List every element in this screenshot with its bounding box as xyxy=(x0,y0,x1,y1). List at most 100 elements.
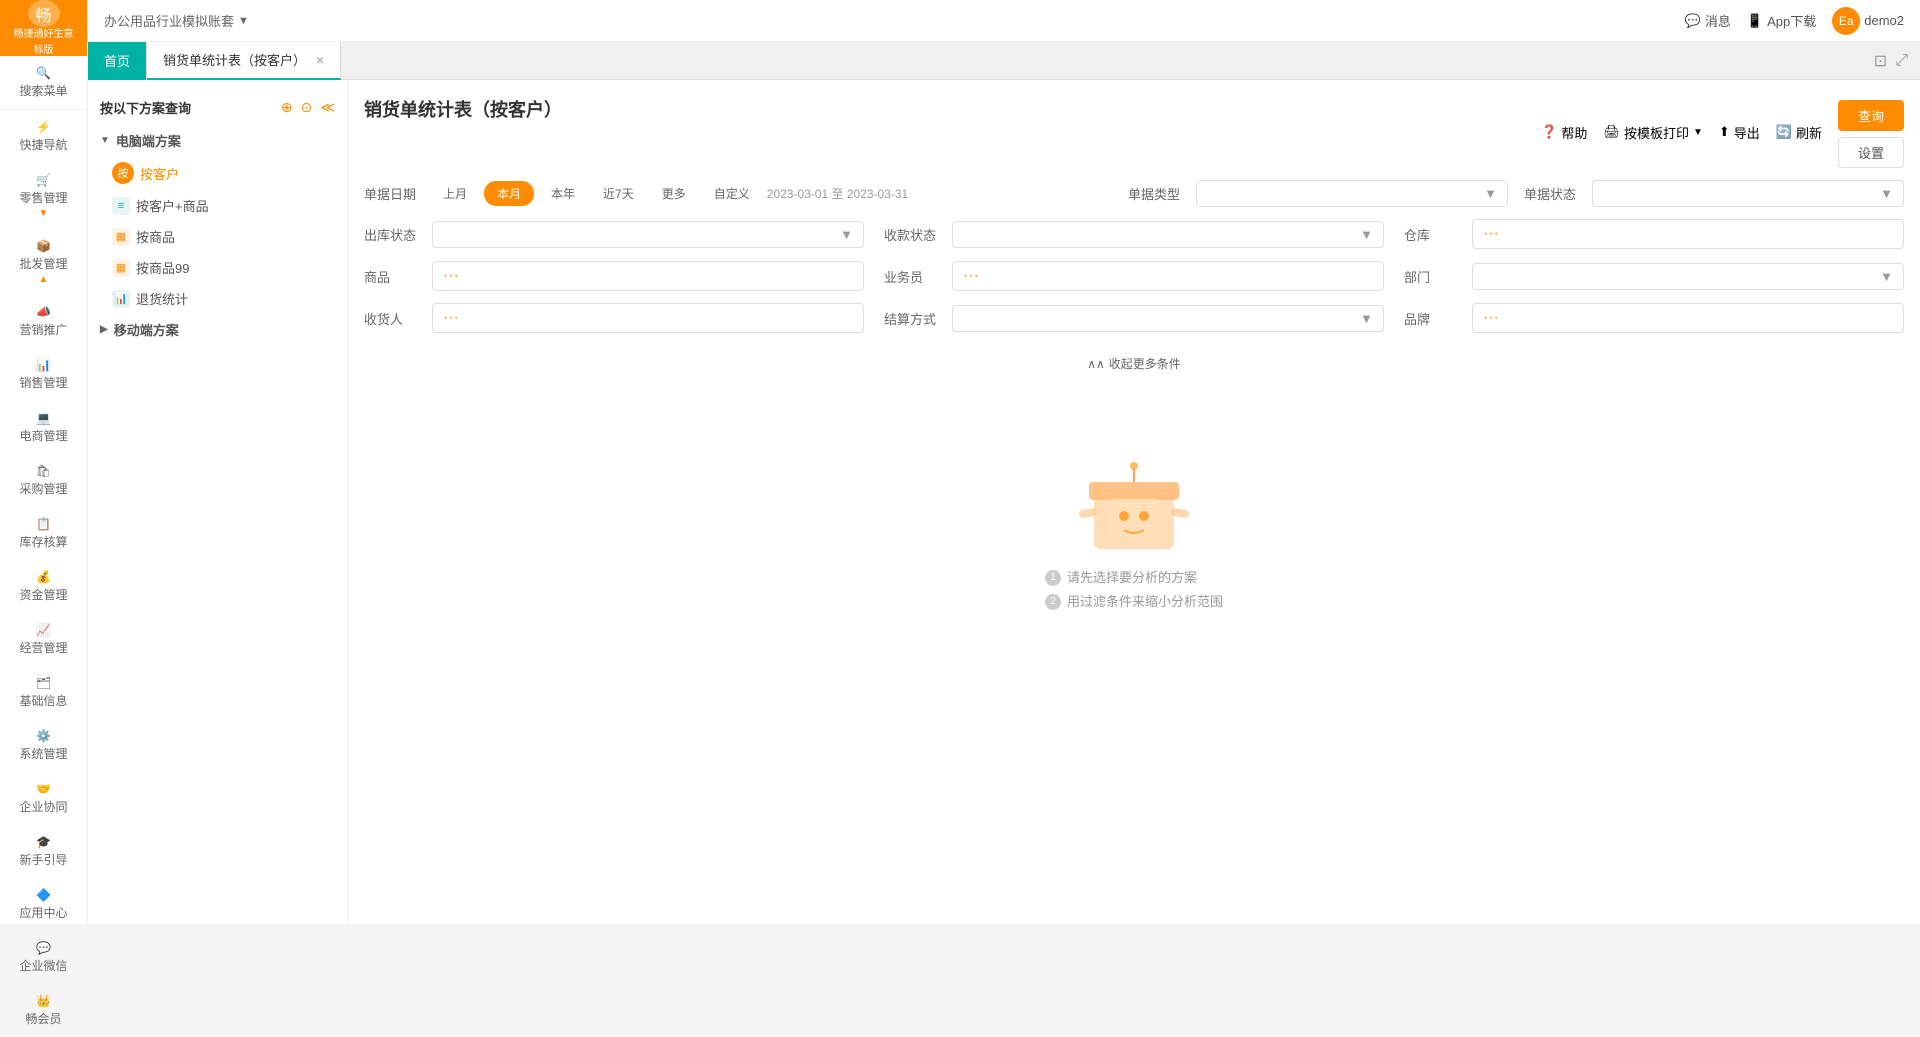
date-this-month[interactable]: 本月 xyxy=(484,181,534,206)
settlement-select[interactable]: ▼ xyxy=(952,305,1384,332)
download-icon: 📱 xyxy=(1747,13,1763,29)
sidebar-item-operations[interactable]: 📈 经营管理 xyxy=(0,613,87,666)
date-label: 单据日期 xyxy=(364,184,424,203)
system-icon: ⚙️ xyxy=(36,729,51,743)
brand-dots: ··· xyxy=(1483,309,1499,327)
order-status-select[interactable]: ▼ xyxy=(1592,180,1904,207)
template-print-button[interactable]: 🖨 按模板打印 ▼ xyxy=(1603,123,1702,142)
print-chevron-icon: ▼ xyxy=(1693,127,1703,138)
finance-label: 资金管理 xyxy=(19,586,67,603)
query-button[interactable]: 查询 xyxy=(1838,100,1904,131)
print-icon: 🖨 xyxy=(1603,124,1620,140)
department-field: 部门 ▼ xyxy=(1404,263,1904,290)
tree-group-mobile-header[interactable]: ▶ 移动端方案 xyxy=(88,314,347,345)
sidebar-item-quick-nav[interactable]: ⚡ 快捷导航 xyxy=(0,110,87,163)
refresh-button[interactable]: 🔄 刷新 xyxy=(1776,123,1822,142)
tabs-bar: 首页 销货单统计表（按客户） × ⊡ ⤢ xyxy=(88,42,1920,80)
tree-item-return-stats[interactable]: 📊 退货统计 xyxy=(88,283,347,314)
desktop-group-arrow: ▼ xyxy=(100,135,110,146)
tab-sales-stats[interactable]: 销货单统计表（按客户） × xyxy=(147,42,341,80)
add-scheme-icon[interactable]: ⊕ xyxy=(281,99,293,116)
export-button[interactable]: ⬆ 导出 xyxy=(1719,123,1760,142)
payment-status-select[interactable]: ▼ xyxy=(952,221,1384,248)
order-type-field: 单据类型 ▼ xyxy=(1128,180,1508,207)
recipient-label: 收货人 xyxy=(364,309,424,328)
warehouse-label: 仓库 xyxy=(1404,225,1464,244)
user-profile[interactable]: Ea demo2 xyxy=(1832,7,1904,35)
sidebar-logo[interactable]: 畅 畅捷通好生意 标版 xyxy=(0,0,87,56)
date-this-year[interactable]: 本年 xyxy=(540,181,586,206)
salesperson-select[interactable]: ··· xyxy=(952,261,1384,291)
filter-section: 单据日期 上月 本月 本年 近7天 更多 自定义 2023-03-01 至 20… xyxy=(348,168,1920,394)
system-label: 系统管理 xyxy=(19,745,67,762)
sidebar-item-retail[interactable]: 🛒 零售管理 ▼ xyxy=(0,163,87,229)
sidebar-item-appcenter[interactable]: 🔷 应用中心 xyxy=(0,878,87,931)
stock-status-select[interactable]: ▼ xyxy=(432,221,864,248)
finance-icon: 💰 xyxy=(36,570,51,584)
mobile-group-label: 移动端方案 xyxy=(114,320,179,339)
collapse-panel-icon[interactable]: ≪ xyxy=(320,99,335,116)
sidebar-item-sales[interactable]: 📊 销售管理 xyxy=(0,348,87,401)
chevron-down-icon: ▼ xyxy=(238,15,249,27)
sidebar-item-inventory[interactable]: 📋 库存核算 xyxy=(0,507,87,560)
sidebar-item-member[interactable]: 👑 畅会员 xyxy=(0,984,87,1037)
sidebar-item-purchase[interactable]: 🛍 采购管理 xyxy=(0,454,87,507)
tree-item-customer-goods[interactable]: ≡ 按客户+商品 xyxy=(88,190,347,221)
sidebar-item-enterprise[interactable]: 🤝 企业协同 xyxy=(0,772,87,825)
help-button[interactable]: ❓ 帮助 xyxy=(1541,123,1587,142)
goods-icon: ▦ xyxy=(112,228,130,246)
message-button[interactable]: 💬 消息 xyxy=(1685,11,1731,30)
tree-group-desktop-header[interactable]: ▼ 电脑端方案 xyxy=(88,125,347,156)
sidebar-item-newuser[interactable]: 🎓 新手引导 xyxy=(0,825,87,878)
goods-label: 商品 xyxy=(364,267,424,286)
department-select[interactable]: ▼ xyxy=(1472,263,1904,290)
order-status-label: 单据状态 xyxy=(1524,184,1584,203)
empty-state: 1 请先选择要分析的方案 2 用过滤条件来缩小分析范围 xyxy=(348,394,1920,674)
content-area: 按以下方案查询 ⊕ ⊙ ≪ ▼ 电脑端方案 按 按客户 ≡ xyxy=(88,80,1920,924)
stock-status-label: 出库状态 xyxy=(364,225,424,244)
sidebar-item-ecommerce[interactable]: 💻 电商管理 xyxy=(0,401,87,454)
tab-close-icon[interactable]: × xyxy=(316,52,324,68)
brand-select[interactable]: ··· xyxy=(1472,303,1904,333)
tree-item-by-customer[interactable]: 按 按客户 xyxy=(88,156,347,190)
sidebar-item-search[interactable]: 🔍 搜索菜单 xyxy=(0,56,87,110)
return-stats-label: 退货统计 xyxy=(136,289,188,308)
home-tab-label: 首页 xyxy=(104,51,130,70)
date-custom[interactable]: 自定义 xyxy=(703,181,761,206)
sidebar-item-finance[interactable]: 💰 资金管理 xyxy=(0,560,87,613)
sidebar-item-marketing[interactable]: 📣 营销推广 xyxy=(0,295,87,348)
goods-select[interactable]: ··· xyxy=(432,261,864,291)
warehouse-select[interactable]: ··· xyxy=(1472,219,1904,249)
logo-sub: 标版 xyxy=(34,41,54,56)
sidebar-item-system[interactable]: ⚙️ 系统管理 xyxy=(0,719,87,772)
app-download-button[interactable]: 📱 App下载 xyxy=(1747,11,1816,30)
account-dropdown[interactable]: 办公用品行业模拟账套 ▼ xyxy=(104,11,249,30)
tab-minimize-icon[interactable]: ⊡ xyxy=(1874,51,1887,71)
sidebar-item-basic-info[interactable]: 🗂 基础信息 xyxy=(0,666,87,719)
department-chevron: ▼ xyxy=(1880,269,1893,284)
tab-maximize-icon[interactable]: ⤢ xyxy=(1895,52,1908,70)
collapse-up-icon: ∧∧ xyxy=(1087,357,1105,371)
settings-button[interactable]: 设置 xyxy=(1838,137,1904,168)
sidebar-item-wholesale[interactable]: 📦 批发管理 ▲ xyxy=(0,229,87,295)
date-more[interactable]: 更多 xyxy=(651,181,697,206)
date-range-display: 2023-03-01 至 2023-03-31 xyxy=(767,185,908,202)
goods-dots: ··· xyxy=(443,267,459,285)
order-type-select[interactable]: ▼ xyxy=(1196,180,1508,207)
tree-item-by-goods[interactable]: ▦ 按商品 xyxy=(88,221,347,252)
date-last-month[interactable]: 上月 xyxy=(432,181,478,206)
settings-scheme-icon[interactable]: ⊙ xyxy=(301,99,313,116)
sales-label: 销售管理 xyxy=(19,374,67,391)
logo-icon: 畅 xyxy=(28,0,60,27)
sidebar-item-wechat[interactable]: 💬 企业微信 xyxy=(0,931,87,984)
recipient-select[interactable]: ··· xyxy=(432,303,864,333)
tree-item-goods99[interactable]: ▦ 按商品99 xyxy=(88,252,347,283)
date-7days[interactable]: 近7天 xyxy=(592,181,645,206)
refresh-icon: 🔄 xyxy=(1776,124,1792,140)
collapse-conditions-button[interactable]: ∧∧ 收起更多条件 xyxy=(364,345,1904,382)
sales-icon: 📊 xyxy=(36,358,51,372)
goods-label: 按商品 xyxy=(136,227,175,246)
retail-label: 零售管理 xyxy=(19,189,67,206)
payment-status-field: 收款状态 ▼ xyxy=(884,221,1384,248)
tab-home[interactable]: 首页 xyxy=(88,42,147,80)
